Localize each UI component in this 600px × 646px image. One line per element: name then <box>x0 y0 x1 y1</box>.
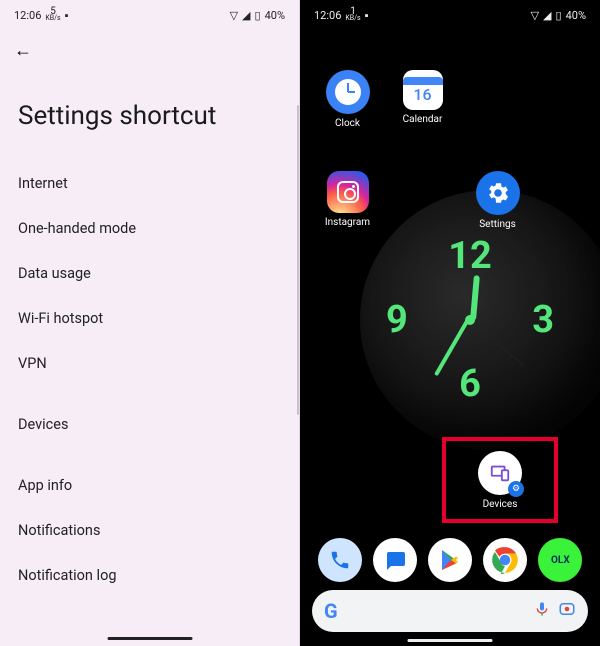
wifi-icon: ▽ <box>531 9 539 22</box>
app-instagram[interactable]: Instagram <box>320 171 375 230</box>
app-label: Settings <box>479 219 516 230</box>
shortcut-label: Devices <box>483 499 518 510</box>
status-id-icon: ▪ <box>65 9 69 22</box>
app-calendar[interactable]: 16 Calendar <box>395 70 450 129</box>
calendar-icon: 16 <box>403 70 443 110</box>
app-settings[interactable]: Settings <box>470 171 525 230</box>
status-bar: 12:06 1 KB/s ▪ ▽ ◢ ▯ 40% <box>300 0 600 30</box>
app-label: Clock <box>335 118 360 129</box>
page-title: Settings shortcut <box>0 61 299 161</box>
clock-num-12: 12 <box>448 234 492 278</box>
clock-num-3: 3 <box>532 298 554 342</box>
lens-icon[interactable] <box>558 600 576 622</box>
list-item[interactable]: Notification log <box>0 553 299 598</box>
battery-pct: 40% <box>566 9 586 22</box>
list-item[interactable]: Notifications <box>0 508 299 553</box>
app-label: Calendar <box>403 114 443 125</box>
list-item[interactable]: App info <box>0 463 299 508</box>
status-net: 5 KB/s <box>45 8 60 22</box>
instagram-icon <box>327 171 369 213</box>
battery-pct: 40% <box>265 9 285 22</box>
app-label: Instagram <box>325 217 370 228</box>
list-item[interactable]: Wi-Fi hotspot <box>0 296 299 341</box>
status-bar: 12:06 5 KB/s ▪ ▽ ◢ ▯ 40% <box>0 0 299 30</box>
clock-num-9: 9 <box>386 298 408 342</box>
settings-shortcut-screen: 12:06 5 KB/s ▪ ▽ ◢ ▯ 40% ← Settings shor… <box>0 0 300 646</box>
mic-icon[interactable] <box>534 601 550 621</box>
google-logo-icon: G <box>324 599 338 623</box>
devices-icon: ⚙ <box>478 451 522 495</box>
battery-icon: ▯ <box>556 9 562 22</box>
clock-widget[interactable]: 12 3 6 9 <box>390 240 550 400</box>
scrollbar[interactable] <box>297 105 299 415</box>
home-screen: 12:06 1 KB/s ▪ ▽ ◢ ▯ 40% Clock <box>300 0 600 646</box>
signal-icon: ◢ <box>543 9 551 22</box>
clock-pivot <box>465 315 475 325</box>
signal-icon: ◢ <box>242 9 250 22</box>
shortcut-devices[interactable]: ⚙ Devices <box>478 451 522 510</box>
list-item[interactable]: Devices <box>0 402 299 447</box>
gesture-pill[interactable] <box>408 639 493 642</box>
list-item[interactable]: Internet <box>0 161 299 206</box>
wallpaper[interactable]: Clock 16 Calendar Instagram <box>300 30 600 646</box>
hour-hand <box>470 275 480 320</box>
gear-icon <box>476 171 520 215</box>
wifi-icon: ▽ <box>230 9 238 22</box>
list-item[interactable]: Data usage <box>0 251 299 296</box>
dock-messages[interactable] <box>373 538 417 582</box>
dock: OLX <box>300 538 600 582</box>
search-bar[interactable]: G <box>312 590 588 632</box>
gesture-pill[interactable] <box>107 637 192 640</box>
dock-chrome[interactable] <box>483 538 527 582</box>
highlight-box: ⚙ Devices <box>442 437 558 523</box>
back-button[interactable]: ← <box>0 30 299 61</box>
dock-phone[interactable] <box>318 538 362 582</box>
clock-icon <box>326 70 370 114</box>
battery-icon: ▯ <box>255 9 261 22</box>
status-id-icon: ▪ <box>365 9 369 22</box>
shortcut-list: Internet One-handed mode Data usage Wi-F… <box>0 161 299 598</box>
dock-olx[interactable]: OLX <box>538 538 582 582</box>
status-time: 12:06 <box>314 9 341 22</box>
olx-label: OLX <box>551 555 570 566</box>
status-net: 1 KB/s <box>345 8 360 22</box>
app-clock[interactable]: Clock <box>320 70 375 129</box>
clock-num-6: 6 <box>459 362 481 406</box>
status-time: 12:06 <box>14 9 41 22</box>
list-item[interactable]: VPN <box>0 341 299 386</box>
second-hand <box>469 320 523 366</box>
list-item[interactable]: One-handed mode <box>0 206 299 251</box>
dock-play-store[interactable] <box>428 538 472 582</box>
gear-badge-icon: ⚙ <box>508 481 524 497</box>
arrow-left-icon: ← <box>14 40 32 61</box>
